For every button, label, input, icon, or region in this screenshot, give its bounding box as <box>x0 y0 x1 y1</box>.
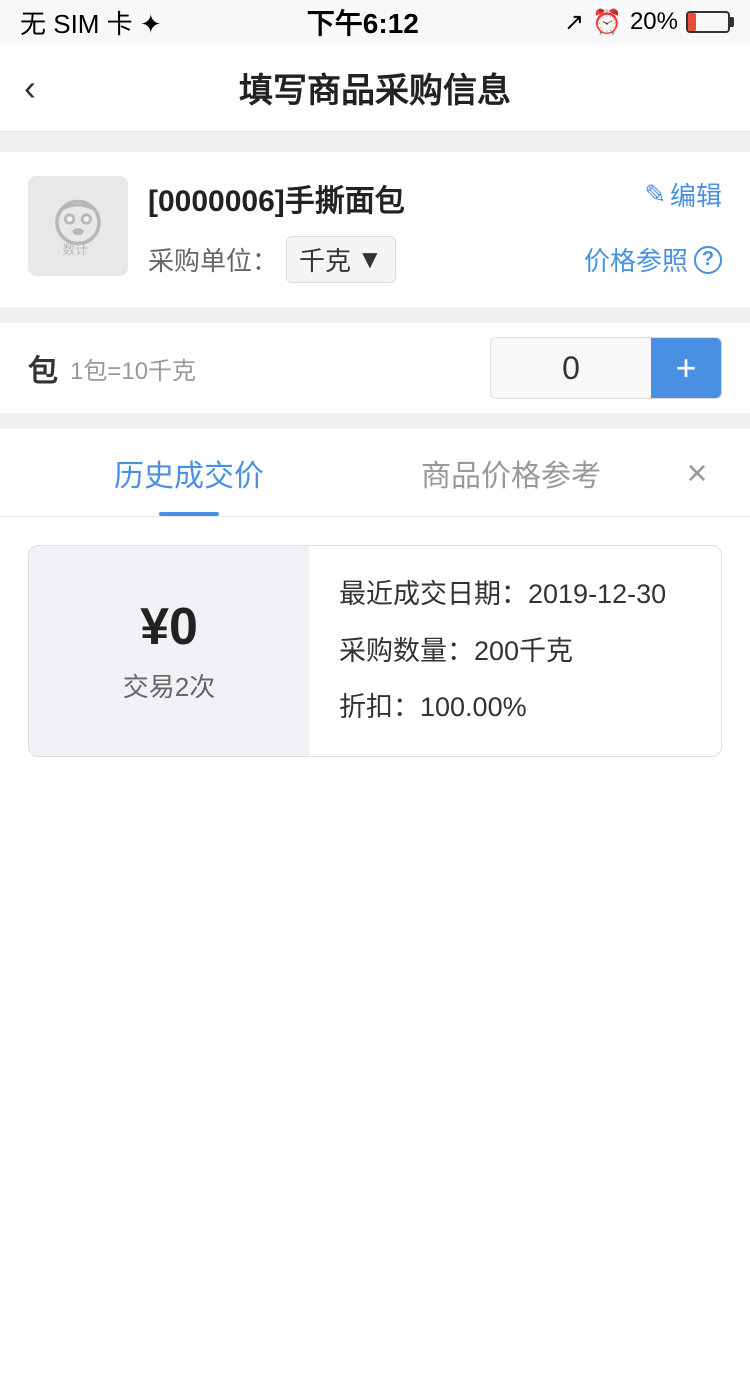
product-unit-row: 采购单位： 千克 ▼ 价格参照 ? <box>148 236 722 283</box>
status-left: 无 SIM 卡 ✦ <box>20 4 162 41</box>
purchase-qty-value: 200千克 <box>474 636 573 666</box>
transaction-price-panel: ¥0 交易2次 <box>29 546 309 756</box>
unit-label: 采购单位： <box>148 241 278 278</box>
product-name-row: [0000006]手撕面包 ✎ 编辑 <box>148 176 722 220</box>
unit-value: 千克 <box>299 241 351 278</box>
tab-close-button[interactable]: × <box>672 448 722 498</box>
battery-icon <box>686 11 730 33</box>
product-image: 数计 <box>28 176 128 276</box>
tabs-panel: 历史成交价 商品价格参考 × ¥0 交易2次 最近成交日期：2019-12-30… <box>0 429 750 785</box>
unit-dropdown[interactable]: 千克 ▼ <box>286 236 396 283</box>
quantity-input[interactable] <box>491 338 651 398</box>
nav-bar: ‹ 填写商品采购信息 <box>0 44 750 132</box>
battery-text: 20% <box>630 8 678 36</box>
page-title: 填写商品采购信息 <box>239 63 511 112</box>
quantity-input-wrap: + <box>490 337 722 399</box>
price-ref-label: 价格参照 <box>584 241 688 278</box>
direction-icon: ↗ <box>564 8 584 37</box>
status-right: ↗ ⏰ 20% <box>564 8 730 37</box>
package-icon: 包 <box>28 346 58 390</box>
tabs-header: 历史成交价 商品价格参考 × <box>0 429 750 517</box>
edit-icon: ✎ <box>644 179 666 210</box>
recent-date-value: 2019-12-30 <box>528 579 666 609</box>
edit-button[interactable]: ✎ 编辑 <box>644 176 722 213</box>
chevron-down-icon: ▼ <box>357 244 383 275</box>
help-icon: ? <box>694 246 722 274</box>
quantity-row: 包 1包=10千克 + <box>0 323 750 413</box>
discount-label: 折扣： <box>339 692 420 722</box>
product-name: [0000006]手撕面包 <box>148 176 405 220</box>
package-sub-label: 1包=10千克 <box>70 351 490 386</box>
recent-date-row: 最近成交日期：2019-12-30 <box>339 574 691 615</box>
product-header: 数计 [0000006]手撕面包 ✎ 编辑 采购单位： 千克 ▼ <box>28 176 722 283</box>
back-button[interactable]: ‹ <box>24 67 36 109</box>
tab-price-reference[interactable]: 商品价格参考 <box>350 429 672 516</box>
svg-text:数计: 数计 <box>63 243 89 257</box>
purchase-qty-label: 采购数量： <box>339 636 474 666</box>
price-ref-button[interactable]: 价格参照 ? <box>584 241 722 278</box>
edit-label: 编辑 <box>670 176 722 213</box>
purchase-qty-row: 采购数量：200千克 <box>339 631 691 672</box>
transaction-details: 最近成交日期：2019-12-30 采购数量：200千克 折扣：100.00% <box>309 546 721 756</box>
transaction-price: ¥0 <box>140 597 198 657</box>
discount-value: 100.00% <box>420 692 527 722</box>
status-time: 下午6:12 <box>307 2 419 42</box>
unit-selector: 采购单位： 千克 ▼ <box>148 236 396 283</box>
alarm-icon: ⏰ <box>592 8 622 37</box>
recent-date-label: 最近成交日期： <box>339 579 528 609</box>
section-divider <box>0 307 750 323</box>
quantity-plus-button[interactable]: + <box>651 338 721 398</box>
product-card: 数计 [0000006]手撕面包 ✎ 编辑 采购单位： 千克 ▼ <box>0 152 750 307</box>
transaction-count: 交易2次 <box>123 667 215 704</box>
status-bar: 无 SIM 卡 ✦ 下午6:12 ↗ ⏰ 20% <box>0 0 750 44</box>
transaction-card: ¥0 交易2次 最近成交日期：2019-12-30 采购数量：200千克 折扣：… <box>28 545 722 757</box>
product-info: [0000006]手撕面包 ✎ 编辑 采购单位： 千克 ▼ 价格参照 ? <box>148 176 722 283</box>
transaction-area: ¥0 交易2次 最近成交日期：2019-12-30 采购数量：200千克 折扣：… <box>0 517 750 785</box>
tab-history-price[interactable]: 历史成交价 <box>28 429 350 516</box>
bottom-space <box>0 785 750 1385</box>
discount-row: 折扣：100.00% <box>339 687 691 728</box>
owl-logo-icon: 数计 <box>43 191 113 261</box>
sim-text: 无 SIM 卡 ✦ <box>20 4 162 41</box>
